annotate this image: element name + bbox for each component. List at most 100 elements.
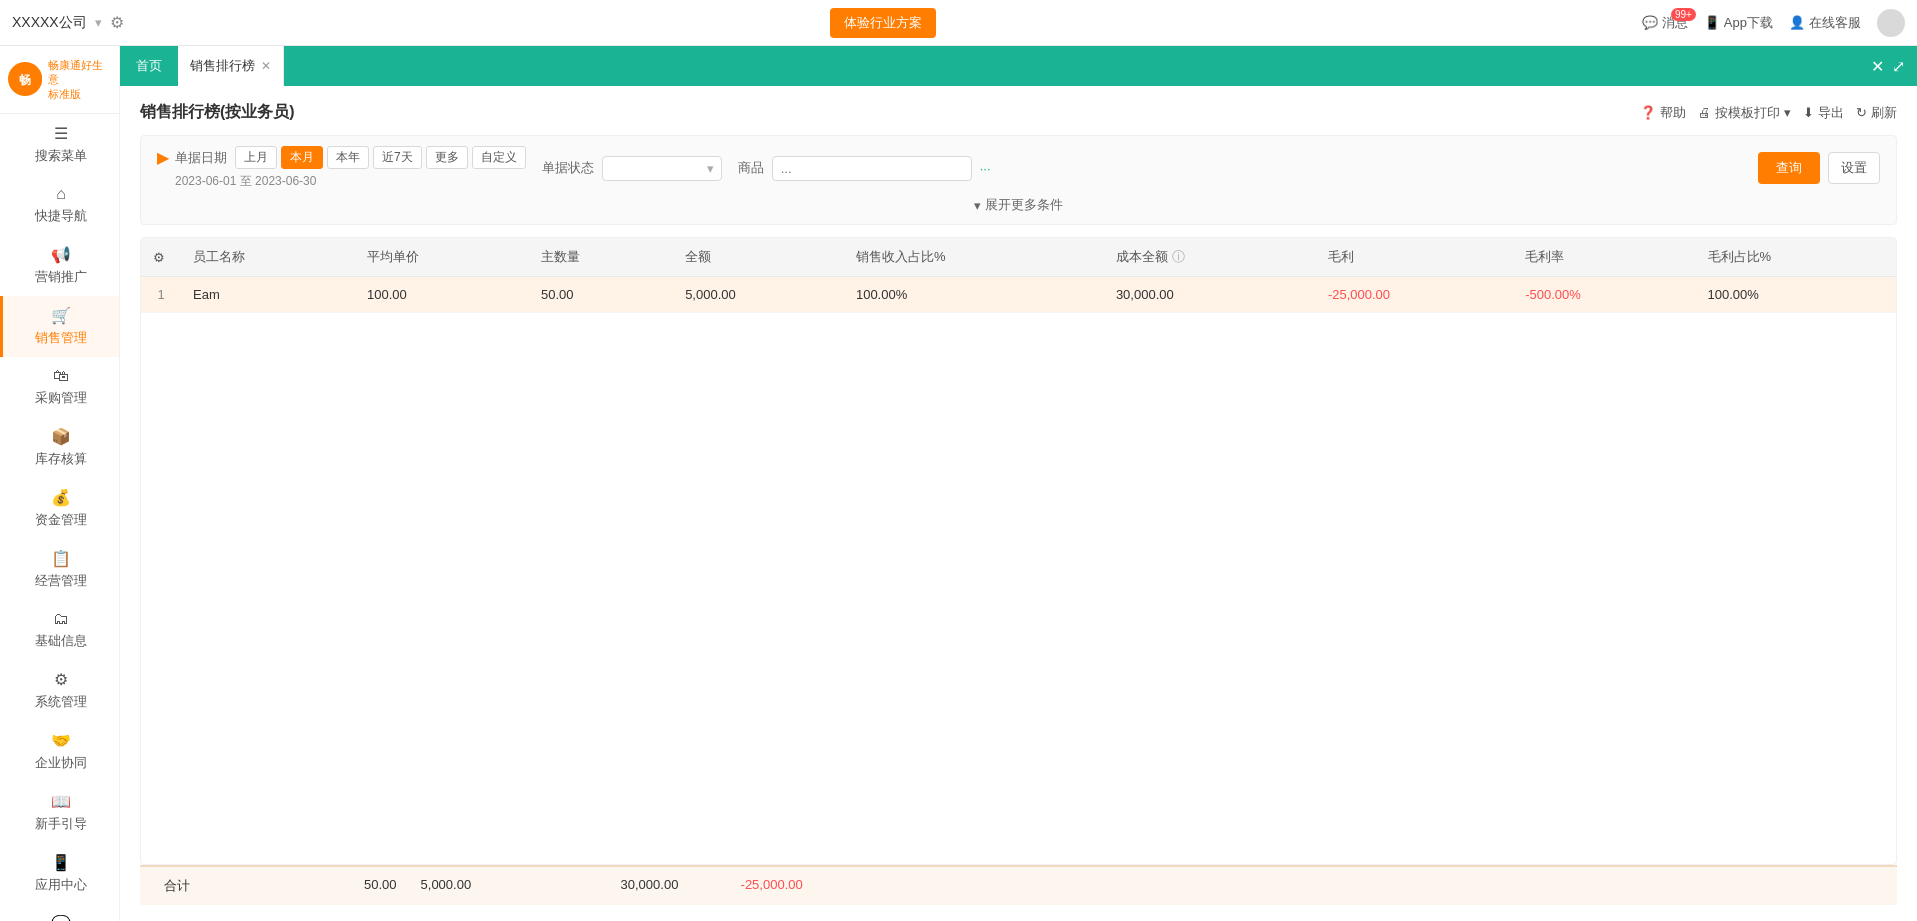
appcenter-icon: 📱 — [51, 853, 71, 872]
date-btns-row: 单据日期 上月 本月 本年 近7天 更多 自定义 — [175, 146, 526, 169]
tab-sales-ranking[interactable]: 销售排行榜 ✕ — [178, 46, 284, 86]
export-icon: ⬇ — [1803, 105, 1814, 120]
settings-icon[interactable]: ⚙ — [110, 13, 124, 32]
footer-salepct — [509, 877, 609, 895]
company-dropdown-icon[interactable]: ▾ — [95, 15, 102, 30]
sidebar-item-wechat[interactable]: 💬 企业微信 — [0, 904, 119, 921]
user-avatar[interactable] — [1877, 9, 1905, 37]
expand-more-btn[interactable]: ▾ 展开更多条件 — [157, 196, 1880, 214]
cell-salepct: 100.00% — [844, 277, 1104, 313]
refresh-label: 刷新 — [1871, 104, 1897, 122]
message-badge: 99+ — [1671, 8, 1696, 21]
expand-label: 展开更多条件 — [985, 196, 1063, 214]
footer-profit: -25,000.00 — [729, 877, 815, 895]
date-label: 单据日期 — [175, 149, 227, 167]
table-footer: 合计 50.00 5,000.00 30,000.00 -25,000.00 — [140, 865, 1897, 905]
logo-icon: 畅 — [8, 61, 42, 97]
tab-home[interactable]: 首页 — [120, 46, 178, 86]
wechat-icon: 💬 — [51, 914, 71, 921]
export-label: 导出 — [1818, 104, 1844, 122]
top-bar-left: XXXXX公司 ▾ ⚙ — [12, 13, 124, 32]
cell-rank: 1 — [141, 277, 181, 313]
footer-spacer1 — [272, 877, 352, 895]
col-profit-header: 毛利 — [1316, 238, 1513, 277]
page-inner: 销售排行榜(按业务员) ❓ 帮助 🖨 按模板打印 ▾ ⬇ — [120, 86, 1917, 921]
cell-profit: -25,000.00 — [1316, 277, 1513, 313]
sidebar-item-basicinfo[interactable]: 🗂 基础信息 — [0, 600, 119, 660]
sidebar-label-marketing: 营销推广 — [35, 268, 87, 286]
home-icon: ⌂ — [56, 185, 66, 203]
trial-button[interactable]: 体验行业方案 — [830, 8, 936, 38]
column-settings-icon[interactable]: ⚙ — [153, 250, 165, 265]
sidebar-item-collab[interactable]: 🤝 企业协同 — [0, 721, 119, 782]
tab-close-window-icon[interactable]: ✕ — [1871, 57, 1884, 76]
guide-icon: 📖 — [51, 792, 71, 811]
goods-input[interactable] — [772, 156, 972, 181]
status-select[interactable] — [602, 156, 722, 181]
online-service-label: 在线客服 — [1809, 14, 1861, 32]
date-btn-more[interactable]: 更多 — [426, 146, 468, 169]
sidebar-label-finance: 资金管理 — [35, 511, 87, 529]
date-btn-this-month[interactable]: 本月 — [281, 146, 323, 169]
logo-text-line1: 畅康通好生意 — [48, 58, 111, 87]
query-button[interactable]: 查询 — [1758, 152, 1820, 184]
help-btn[interactable]: ❓ 帮助 — [1640, 104, 1686, 122]
sidebar-item-operations[interactable]: 📋 经营管理 — [0, 539, 119, 600]
sidebar-item-system[interactable]: ⚙ 系统管理 — [0, 660, 119, 721]
tab-expand-icon[interactable]: ⤢ — [1892, 57, 1905, 76]
sidebar-item-quicknav[interactable]: ⌂ 快捷导航 — [0, 175, 119, 235]
cell-amount: 5,000.00 — [673, 277, 844, 313]
filter-expand-icon[interactable]: ▶ — [157, 148, 169, 167]
date-btn-last7[interactable]: 近7天 — [373, 146, 422, 169]
cell-avgprice: 100.00 — [355, 277, 529, 313]
status-label: 单据状态 — [542, 159, 594, 177]
date-btn-last-month[interactable]: 上月 — [235, 146, 277, 169]
top-bar: XXXXX公司 ▾ ⚙ 体验行业方案 💬 消息 99+ 📱 App下载 👤 在线… — [0, 0, 1917, 46]
table-row: 1 Eam 100.00 50.00 5,000.00 100.00% 30,0… — [141, 277, 1896, 313]
table-wrapper: ⚙ 员工名称 平均单价 主数量 全额 销售收入占比% 成本全额 ⓘ 毛 — [140, 237, 1897, 865]
page-header: 销售排行榜(按业务员) ❓ 帮助 🖨 按模板打印 ▾ ⬇ — [140, 102, 1897, 123]
settings-button[interactable]: 设置 — [1828, 152, 1880, 184]
print-btn[interactable]: 🖨 按模板打印 ▾ — [1698, 104, 1791, 122]
goods-filter-group: 商品 ··· — [738, 156, 991, 181]
sidebar-item-appcenter[interactable]: 📱 应用中心 — [0, 843, 119, 904]
sidebar-label-purchase: 采购管理 — [35, 389, 87, 407]
collab-icon: 🤝 — [51, 731, 71, 750]
status-select-wrapper — [602, 156, 722, 181]
col-profitrate-header: 毛利率 — [1513, 238, 1695, 277]
top-bar-center: 体验行业方案 — [830, 8, 936, 38]
date-btn-this-year[interactable]: 本年 — [327, 146, 369, 169]
sidebar-item-purchase[interactable]: 🛍 采购管理 — [0, 357, 119, 417]
goods-label: 商品 — [738, 159, 764, 177]
online-service-btn[interactable]: 👤 在线客服 — [1789, 14, 1861, 32]
goods-more-icon[interactable]: ··· — [980, 161, 991, 176]
footer-amount: 5,000.00 — [409, 877, 509, 895]
refresh-btn[interactable]: ↻ 刷新 — [1856, 104, 1897, 122]
status-filter-group: 单据状态 — [542, 156, 722, 181]
col-profitpct-header: 毛利占比% — [1696, 238, 1897, 277]
inventory-icon: 📦 — [51, 427, 71, 446]
cost-info-icon[interactable]: ⓘ — [1172, 249, 1185, 264]
message-btn[interactable]: 💬 消息 99+ — [1642, 14, 1688, 32]
content-area: 首页 销售排行榜 ✕ ✕ ⤢ 销售排行榜(按业务员) ❓ 帮助 — [120, 46, 1917, 921]
export-btn[interactable]: ⬇ 导出 — [1803, 104, 1844, 122]
sidebar-item-finance[interactable]: 💰 资金管理 — [0, 478, 119, 539]
message-icon: 💬 — [1642, 15, 1658, 30]
service-icon: 👤 — [1789, 15, 1805, 30]
help-label: 帮助 — [1660, 104, 1686, 122]
app-icon: 📱 — [1704, 15, 1720, 30]
sidebar-label-quicknav: 快捷导航 — [35, 207, 87, 225]
sidebar-item-guide[interactable]: 📖 新手引导 — [0, 782, 119, 843]
sidebar-label-operations: 经营管理 — [35, 572, 87, 590]
sidebar-label-sales: 销售管理 — [35, 329, 87, 347]
tab-close-icon[interactable]: ✕ — [261, 59, 271, 73]
sidebar-item-sales[interactable]: 🛒 销售管理 — [0, 296, 119, 357]
date-btn-custom[interactable]: 自定义 — [472, 146, 526, 169]
cell-profitrate: -500.00% — [1513, 277, 1695, 313]
sidebar-item-inventory[interactable]: 📦 库存核算 — [0, 417, 119, 478]
sidebar-item-search[interactable]: ☰ 搜索菜单 — [0, 114, 119, 175]
app-download-btn[interactable]: 📱 App下载 — [1704, 14, 1773, 32]
print-icon: 🖨 — [1698, 105, 1711, 120]
sidebar-label-basicinfo: 基础信息 — [35, 632, 87, 650]
sidebar-item-marketing[interactable]: 📢 营销推广 — [0, 235, 119, 296]
